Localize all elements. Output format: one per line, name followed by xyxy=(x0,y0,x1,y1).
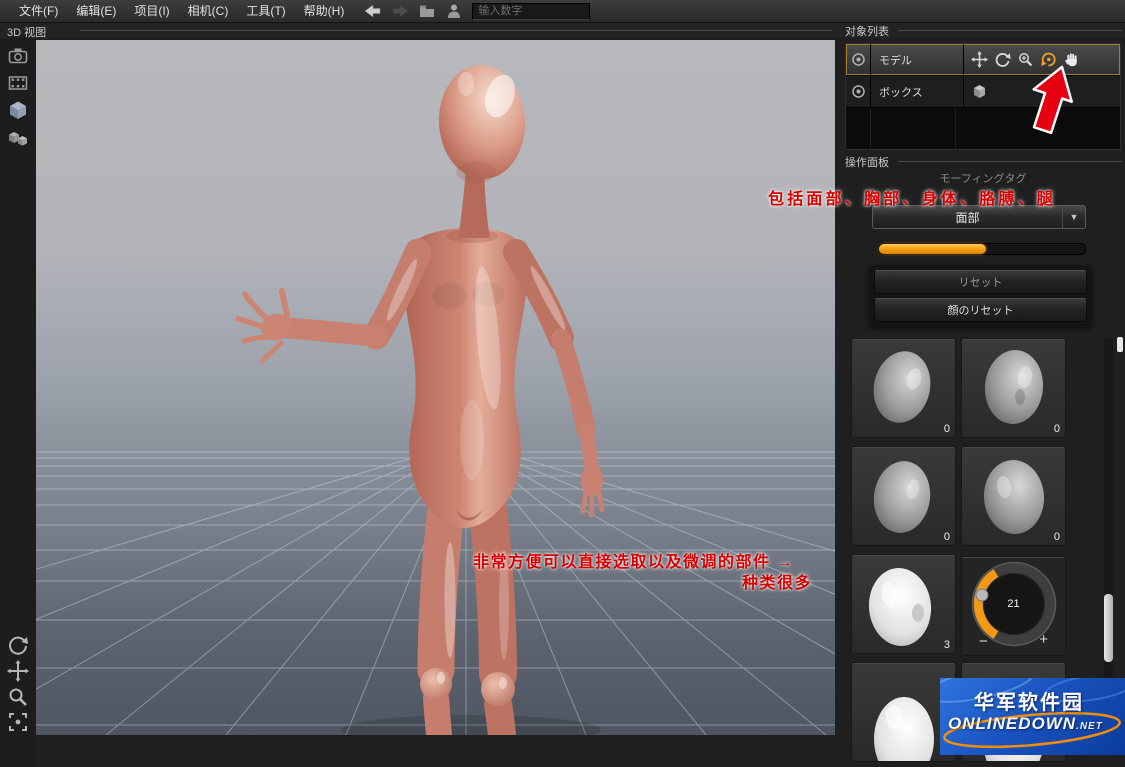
visibility-icon xyxy=(851,52,866,67)
category-dropdown-value: 面部 xyxy=(873,206,1062,228)
box-visibility-toggle[interactable] xyxy=(846,76,871,107)
cube-icon xyxy=(6,98,30,122)
rotate-tool-button[interactable] xyxy=(994,51,1011,68)
tool-model[interactable] xyxy=(6,98,30,122)
head-preview-icon xyxy=(852,339,956,438)
top-toolbar xyxy=(363,2,464,20)
morph-thumbnail-5[interactable]: 3 xyxy=(851,554,956,654)
annotation-parts: 包括面部、胸部、身体、胳膊、腿 xyxy=(768,185,1056,209)
character-button[interactable] xyxy=(444,2,464,20)
head-preview-icon xyxy=(962,447,1066,546)
annotation-arrow xyxy=(1020,60,1108,148)
menu-item-tools[interactable]: 工具(T) xyxy=(237,0,294,22)
folder-button[interactable] xyxy=(417,2,437,20)
viewport-title: 3D 视图 xyxy=(7,24,46,40)
model-visibility-toggle[interactable] xyxy=(846,44,871,75)
morph-dial-control[interactable]: 21 − + xyxy=(961,556,1066,656)
tool-camera-view[interactable] xyxy=(6,44,30,68)
menu-item-help[interactable]: 帮助(H) xyxy=(295,0,354,22)
morph-thumbnail-4[interactable]: 0 xyxy=(961,446,1066,546)
chevron-down-icon[interactable]: ▼ xyxy=(1062,206,1085,228)
menu-item-project[interactable]: 项目(I) xyxy=(125,0,178,22)
film-icon xyxy=(6,71,30,95)
rotate-view-icon xyxy=(6,633,30,657)
morph-thumbnail-1[interactable]: 0 xyxy=(851,338,956,438)
thumbnail-count: 0 xyxy=(944,423,950,435)
control-panel-divider xyxy=(898,161,1122,162)
box-tool-button[interactable] xyxy=(971,83,988,100)
thumbnail-scrollbar-thumb[interactable] xyxy=(1104,594,1113,662)
head-preview-icon xyxy=(962,339,1066,438)
view-rotate-tool[interactable] xyxy=(6,633,30,657)
dial-plus-button[interactable]: + xyxy=(1039,631,1048,648)
morph-thumbnail-2[interactable]: 0 xyxy=(961,338,1066,438)
rotate-icon xyxy=(994,51,1011,68)
viewport-title-divider xyxy=(80,30,832,31)
menu-item-edit[interactable]: 编辑(E) xyxy=(67,0,125,22)
camera-icon xyxy=(6,44,30,68)
blocks-icon xyxy=(6,126,30,150)
number-input[interactable] xyxy=(472,3,590,20)
view-zoom-tool[interactable] xyxy=(6,685,30,709)
dial-value: 21 xyxy=(962,598,1065,610)
menu-bar: 文件(F) 编辑(E) 项目(I) 相机(C) 工具(T) 帮助(H) xyxy=(0,0,1125,23)
morph-thumbnail-3[interactable]: 0 xyxy=(851,446,956,546)
watermark-site-name: ONLINEDOWN xyxy=(948,714,1076,733)
frame-icon xyxy=(6,710,30,734)
menu-item-file[interactable]: 文件(F) xyxy=(10,0,67,22)
forward-arrow-icon xyxy=(391,3,409,19)
morph-slider[interactable] xyxy=(878,243,1086,255)
character-model xyxy=(238,63,603,735)
face-reset-button[interactable]: 顔のリセット xyxy=(874,298,1087,322)
watermark: 华军软件园 ONLINEDOWN.NET xyxy=(940,678,1125,755)
morph-tag-label: モーフィングタグ xyxy=(845,170,1121,186)
reset-button[interactable]: リセット xyxy=(874,270,1087,294)
thumbnail-count: 0 xyxy=(1054,423,1060,435)
dial-minus-button[interactable]: − xyxy=(979,633,988,650)
move-icon xyxy=(971,51,988,68)
watermark-title: 华军软件园 xyxy=(974,686,1084,715)
forward-button[interactable] xyxy=(390,2,410,20)
view-frame-tool[interactable] xyxy=(6,710,30,734)
menu-item-camera[interactable]: 相机(C) xyxy=(179,0,238,22)
panel-scrollbar-thumb[interactable] xyxy=(1117,337,1123,352)
thumbnail-scrollbar-track[interactable] xyxy=(1104,338,1113,735)
morph-slider-fill xyxy=(879,244,986,254)
object-row-label: ボックス xyxy=(871,76,964,107)
watermark-tld: .NET xyxy=(1076,721,1103,732)
visibility-icon xyxy=(851,84,866,99)
3d-scene xyxy=(36,40,835,735)
character-icon xyxy=(445,3,463,19)
zoom-view-icon xyxy=(6,685,30,709)
box-icon xyxy=(971,83,988,100)
thumbnail-count: 0 xyxy=(1054,531,1060,543)
watermark-site: ONLINEDOWN.NET xyxy=(948,714,1103,734)
folder-icon xyxy=(418,3,436,19)
back-arrow-icon xyxy=(364,3,382,19)
head-preview-icon xyxy=(852,447,956,546)
object-list-title: 对象列表 xyxy=(845,23,889,39)
3d-viewport[interactable] xyxy=(36,40,835,735)
app-window: { "menubar": { "items": ["文件(F)", "编辑(E)… xyxy=(0,0,1125,767)
head-preview-icon xyxy=(852,555,956,654)
back-button[interactable] xyxy=(363,2,383,20)
left-toolbar xyxy=(0,38,36,767)
thumbnail-count: 3 xyxy=(944,639,950,651)
annotation-picker-line2: 种类很多 xyxy=(742,569,812,593)
object-row-label: モデル xyxy=(871,44,964,75)
tool-timeline[interactable] xyxy=(6,71,30,95)
control-panel-title: 操作面板 xyxy=(845,154,889,170)
thumbnail-count: 0 xyxy=(944,531,950,543)
move-view-icon xyxy=(6,659,30,683)
view-move-tool[interactable] xyxy=(6,659,30,683)
tool-parts[interactable] xyxy=(6,126,30,150)
move-tool-button[interactable] xyxy=(971,51,988,68)
object-list-divider xyxy=(898,30,1122,31)
